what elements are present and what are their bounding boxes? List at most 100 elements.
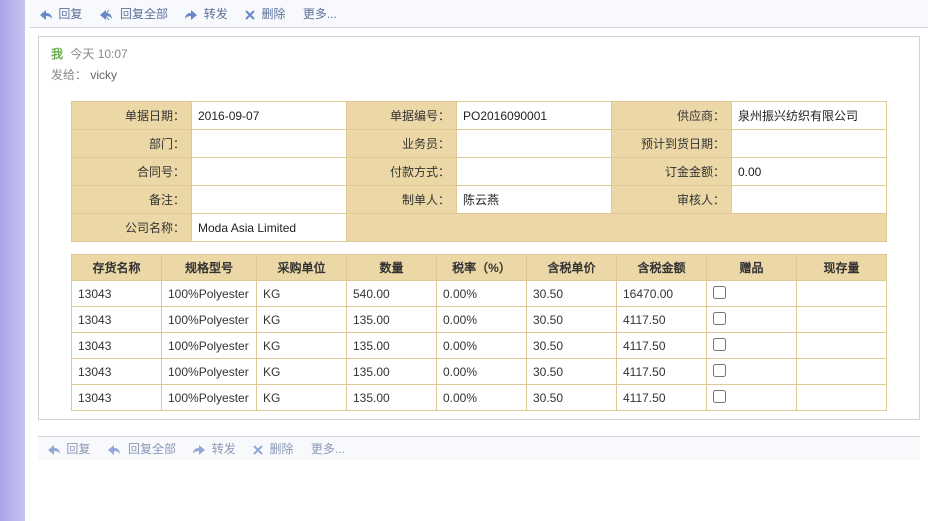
cell-qty: 540.00 (347, 281, 437, 307)
cell-name: 13043 (72, 359, 162, 385)
delete-button[interactable]: 删除 (245, 0, 285, 28)
gift-checkbox[interactable] (713, 338, 726, 351)
cell-amount: 16470.00 (617, 281, 707, 307)
gift-checkbox[interactable] (713, 390, 726, 403)
cell-gift (707, 359, 797, 385)
cell-spec: 100%Polyester (162, 307, 257, 333)
recipient-name: vicky (90, 68, 117, 82)
cell-unit: KG (257, 359, 347, 385)
recipient-label: 发给： (51, 68, 87, 82)
value-est-arrive (732, 130, 887, 158)
delete-button-bottom[interactable]: 删除 (253, 437, 293, 460)
value-bill-no: PO2016090001 (457, 102, 612, 130)
cell-spec: 100%Polyester (162, 281, 257, 307)
value-supplier: 泉州振兴纺织有限公司 (732, 102, 887, 130)
forward-icon (185, 10, 197, 20)
mail-panel: 我 今天 10:07 发给： vicky 单据日期： 2016-09-07 单据… (38, 36, 920, 420)
value-pay-method (457, 158, 612, 186)
value-deposit: 0.00 (732, 158, 887, 186)
label-contract: 合同号： (72, 158, 192, 186)
label-salesman: 业务员： (347, 130, 457, 158)
table-row: 13043100%PolyesterKG135.000.00%30.504117… (72, 333, 887, 359)
value-bill-date: 2016-09-07 (192, 102, 347, 130)
cell-name: 13043 (72, 281, 162, 307)
reply-all-icon (100, 10, 114, 20)
cell-unit: KG (257, 333, 347, 359)
cell-price: 30.50 (527, 307, 617, 333)
col-spec: 规格型号 (162, 255, 257, 281)
close-icon (245, 10, 255, 20)
cell-tax: 0.00% (437, 359, 527, 385)
cell-gift (707, 333, 797, 359)
cell-price: 30.50 (527, 385, 617, 411)
forward-label: 转发 (204, 7, 228, 21)
forward-button-bottom[interactable]: 转发 (193, 437, 235, 460)
top-toolbar: 回复 回复全部 转发 删除 更多... (30, 0, 928, 28)
col-gift: 赠品 (707, 255, 797, 281)
reply-button[interactable]: 回复 (40, 0, 82, 28)
value-salesman (457, 130, 612, 158)
cell-tax: 0.00% (437, 281, 527, 307)
cell-stock (797, 385, 887, 411)
cell-gift (707, 307, 797, 333)
reply-all-button-bottom[interactable]: 回复全部 (108, 437, 176, 460)
cell-spec: 100%Polyester (162, 385, 257, 411)
cell-amount: 4117.50 (617, 359, 707, 385)
reply-icon (48, 445, 60, 455)
label-dept: 部门： (72, 130, 192, 158)
reply-all-icon (108, 445, 122, 455)
value-contract (192, 158, 347, 186)
cell-price: 30.50 (527, 359, 617, 385)
reply-all-button[interactable]: 回复全部 (100, 0, 168, 28)
po-form-table: 单据日期： 2016-09-07 单据编号： PO2016090001 供应商：… (71, 101, 887, 242)
col-qty: 数量 (347, 255, 437, 281)
cell-gift (707, 385, 797, 411)
cell-qty: 135.00 (347, 333, 437, 359)
table-row: 13043100%PolyesterKG135.000.00%30.504117… (72, 307, 887, 333)
form-area: 单据日期： 2016-09-07 单据编号： PO2016090001 供应商：… (71, 101, 887, 242)
value-company: Moda Asia Limited (192, 214, 347, 242)
reply-label: 回复 (58, 7, 82, 21)
cell-gift (707, 281, 797, 307)
reply-button-bottom[interactable]: 回复 (48, 437, 90, 460)
label-est-arrive: 预计到货日期： (612, 130, 732, 158)
more-label: 更多... (303, 7, 337, 21)
left-accent-bar (0, 0, 25, 521)
close-icon (253, 445, 263, 455)
cell-stock (797, 359, 887, 385)
col-stock: 现存量 (797, 255, 887, 281)
delete-label: 删除 (261, 7, 285, 21)
label-deposit: 订金金额： (612, 158, 732, 186)
col-price: 含税单价 (527, 255, 617, 281)
cell-stock (797, 307, 887, 333)
col-unit: 采购单位 (257, 255, 347, 281)
reply-all-label: 回复全部 (120, 7, 168, 21)
sender-name: 我 (51, 47, 63, 61)
sent-time: 今天 10:07 (70, 47, 127, 61)
more-button-bottom[interactable]: 更多... (311, 437, 345, 460)
more-button[interactable]: 更多... (303, 0, 337, 28)
line-items-table: 存货名称 规格型号 采购单位 数量 税率（%） 含税单价 含税金额 赠品 现存量… (71, 254, 887, 411)
cell-amount: 4117.50 (617, 385, 707, 411)
value-remark (192, 186, 347, 214)
label-supplier: 供应商： (612, 102, 732, 130)
table-row: 13043100%PolyesterKG135.000.00%30.504117… (72, 385, 887, 411)
cell-tax: 0.00% (437, 333, 527, 359)
cell-tax: 0.00% (437, 307, 527, 333)
label-pay-method: 付款方式： (347, 158, 457, 186)
gift-checkbox[interactable] (713, 286, 726, 299)
table-row: 13043100%PolyesterKG540.000.00%30.501647… (72, 281, 887, 307)
cell-name: 13043 (72, 307, 162, 333)
gift-checkbox[interactable] (713, 364, 726, 377)
forward-button[interactable]: 转发 (185, 0, 227, 28)
gift-checkbox[interactable] (713, 312, 726, 325)
cell-spec: 100%Polyester (162, 359, 257, 385)
cell-qty: 135.00 (347, 385, 437, 411)
value-creator: 陈云燕 (457, 186, 612, 214)
bottom-toolbar: 回复 回复全部 转发 删除 更多... (38, 436, 920, 460)
cell-stock (797, 281, 887, 307)
forward-icon (193, 445, 205, 455)
col-tax: 税率（%） (437, 255, 527, 281)
cell-price: 30.50 (527, 333, 617, 359)
table-row: 13043100%PolyesterKG135.000.00%30.504117… (72, 359, 887, 385)
